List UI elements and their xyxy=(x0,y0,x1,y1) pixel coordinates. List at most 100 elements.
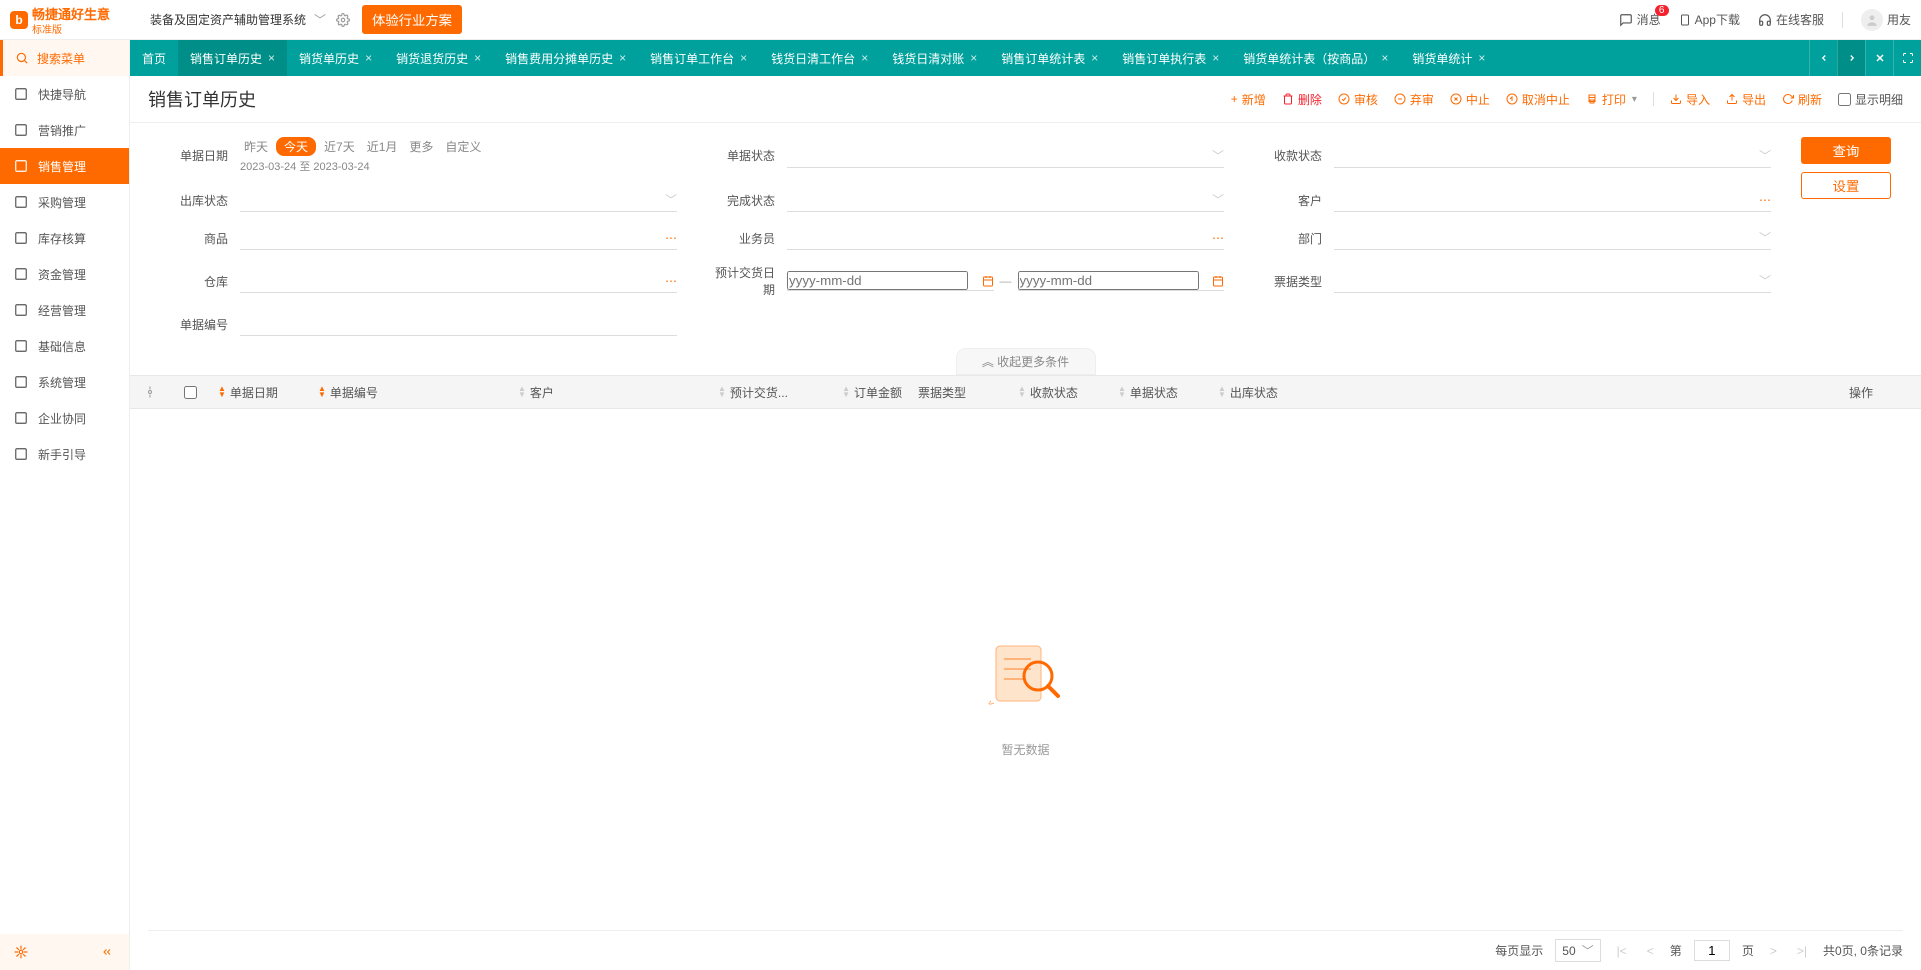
sidebar-item-6[interactable]: 经营管理 xyxy=(0,292,129,328)
warehouse-picker[interactable]: ⋯ xyxy=(240,269,677,293)
goods-picker[interactable]: ⋯ xyxy=(240,226,677,250)
col-bill-no[interactable]: ▲▼单据编号 xyxy=(310,376,510,408)
tab-8[interactable]: 销售订单统计表× xyxy=(989,40,1110,76)
tabs-scroll-left[interactable] xyxy=(1809,40,1837,76)
close-icon[interactable]: × xyxy=(268,51,275,65)
date-opt-5[interactable]: 自定义 xyxy=(441,137,485,156)
sidebar-item-8[interactable]: 系统管理 xyxy=(0,364,129,400)
sidebar-search[interactable]: 搜索菜单 xyxy=(0,40,129,76)
col-bill-status[interactable]: ▲▼单据状态 xyxy=(1110,376,1210,408)
page-first[interactable]: |< xyxy=(1613,944,1631,958)
app-download-button[interactable]: App下载 xyxy=(1679,11,1740,28)
close-icon[interactable]: × xyxy=(1212,51,1219,65)
tab-2[interactable]: 销货单历史× xyxy=(287,40,384,76)
page-last[interactable]: >| xyxy=(1793,944,1811,958)
close-icon[interactable]: × xyxy=(1381,51,1388,65)
tabs-fullscreen[interactable] xyxy=(1893,40,1921,76)
complete-status-select[interactable]: ﹀ xyxy=(787,188,1224,212)
show-detail-checkbox-input[interactable] xyxy=(1838,93,1851,106)
message-button[interactable]: 消息 6 xyxy=(1619,11,1661,28)
sidebar-item-3[interactable]: 采购管理 xyxy=(0,184,129,220)
salesman-picker[interactable]: ⋯ xyxy=(787,226,1224,250)
customer-picker[interactable]: ⋯ xyxy=(1334,188,1771,212)
page-input[interactable] xyxy=(1694,940,1730,961)
cancel-stop-button[interactable]: 取消中止 xyxy=(1506,91,1570,108)
gear-icon[interactable] xyxy=(336,13,350,27)
sidebar-item-1[interactable]: 营销推广 xyxy=(0,112,129,148)
bill-no-input-wrap[interactable] xyxy=(240,312,677,336)
date-opt-3[interactable]: 近1月 xyxy=(363,137,402,156)
sidebar-item-4[interactable]: 库存核算 xyxy=(0,220,129,256)
department-select[interactable]: ﹀ xyxy=(1334,226,1771,250)
close-icon[interactable]: × xyxy=(365,51,372,65)
collapse-sidebar-icon[interactable] xyxy=(99,946,115,958)
col-expected[interactable]: ▲▼预计交货... xyxy=(710,376,810,408)
select-all-checkbox[interactable] xyxy=(170,376,210,408)
collapse-filters-button[interactable]: ︽ 收起更多条件 xyxy=(956,348,1096,375)
sidebar-item-9[interactable]: 企业协同 xyxy=(0,400,129,436)
close-icon[interactable]: × xyxy=(861,51,868,65)
tab-4[interactable]: 销售费用分摊单历史× xyxy=(493,40,638,76)
close-icon[interactable]: × xyxy=(970,51,977,65)
tab-9[interactable]: 销售订单执行表× xyxy=(1110,40,1231,76)
tabs-close-all[interactable] xyxy=(1865,40,1893,76)
close-icon[interactable]: × xyxy=(740,51,747,65)
print-button[interactable]: 打印 xyxy=(1586,91,1637,108)
stop-button[interactable]: 中止 xyxy=(1450,91,1490,108)
sidebar-item-10[interactable]: 新手引导 xyxy=(0,436,129,472)
settings-button[interactable]: 设置 xyxy=(1801,172,1891,199)
sidebar-item-0[interactable]: 快捷导航 xyxy=(0,76,129,112)
col-collect-status[interactable]: ▲▼收款状态 xyxy=(1010,376,1110,408)
close-icon[interactable]: × xyxy=(1091,51,1098,65)
page-prev[interactable]: < xyxy=(1643,944,1658,958)
calendar-icon[interactable] xyxy=(1212,275,1224,287)
expected-date-from[interactable] xyxy=(787,271,994,291)
tab-1[interactable]: 销售订单历史× xyxy=(178,40,287,76)
table-settings-col[interactable] xyxy=(130,376,170,408)
tab-0[interactable]: 首页 xyxy=(130,40,178,76)
tab-3[interactable]: 销货退货历史× xyxy=(384,40,493,76)
date-opt-1[interactable]: 今天 xyxy=(276,137,316,156)
out-status-select[interactable]: ﹀ xyxy=(240,188,677,212)
col-ticket[interactable]: 票据类型 xyxy=(910,376,1010,408)
page-next[interactable]: > xyxy=(1766,944,1781,958)
per-page-select[interactable]: 50 ﹀ xyxy=(1555,939,1600,962)
calendar-icon[interactable] xyxy=(982,275,994,287)
expected-date-from-input[interactable] xyxy=(787,271,968,290)
close-icon[interactable]: × xyxy=(474,51,481,65)
date-opt-4[interactable]: 更多 xyxy=(405,137,437,156)
expected-date-to-input[interactable] xyxy=(1018,271,1199,290)
online-service-button[interactable]: 在线客服 xyxy=(1758,11,1824,28)
date-opt-0[interactable]: 昨天 xyxy=(240,137,272,156)
tabs-scroll-right[interactable] xyxy=(1837,40,1865,76)
user-menu[interactable]: 用友 xyxy=(1861,9,1911,31)
col-amount[interactable]: ▲▼订单金额 xyxy=(810,376,910,408)
export-button[interactable]: 导出 xyxy=(1726,91,1766,108)
system-selector[interactable]: 装备及固定资产辅助管理系统 ﹀ xyxy=(150,11,326,28)
audit-button[interactable]: 审核 xyxy=(1338,91,1378,108)
date-opt-2[interactable]: 近7天 xyxy=(320,137,359,156)
bill-no-input[interactable] xyxy=(240,317,677,331)
refresh-button[interactable]: 刷新 xyxy=(1782,91,1822,108)
query-button[interactable]: 查询 xyxy=(1801,137,1891,164)
col-customer[interactable]: ▲▼客户 xyxy=(510,376,710,408)
tab-5[interactable]: 销售订单工作台× xyxy=(638,40,759,76)
sidebar-item-7[interactable]: 基础信息 xyxy=(0,328,129,364)
sidebar-item-5[interactable]: 资金管理 xyxy=(0,256,129,292)
abandon-button[interactable]: 弃审 xyxy=(1394,91,1434,108)
show-detail-checkbox[interactable]: 显示明细 xyxy=(1838,91,1903,108)
expected-date-to[interactable] xyxy=(1018,271,1225,291)
bill-status-select[interactable]: ﹀ xyxy=(787,144,1224,168)
collect-status-select[interactable]: ﹀ xyxy=(1334,144,1771,168)
col-bill-date[interactable]: ▲▼单据日期 xyxy=(210,376,310,408)
close-icon[interactable]: × xyxy=(1478,51,1485,65)
ticket-type-select[interactable]: ﹀ xyxy=(1334,269,1771,293)
delete-button[interactable]: 删除 xyxy=(1282,91,1322,108)
experience-button[interactable]: 体验行业方案 xyxy=(362,5,462,34)
col-out-status[interactable]: ▲▼出库状态 xyxy=(1210,376,1841,408)
tab-11[interactable]: 销货单统计× xyxy=(1400,40,1497,76)
tab-6[interactable]: 钱货日清工作台× xyxy=(759,40,880,76)
close-icon[interactable]: × xyxy=(619,51,626,65)
settings-icon[interactable] xyxy=(14,945,28,959)
sidebar-item-2[interactable]: 销售管理 xyxy=(0,148,129,184)
